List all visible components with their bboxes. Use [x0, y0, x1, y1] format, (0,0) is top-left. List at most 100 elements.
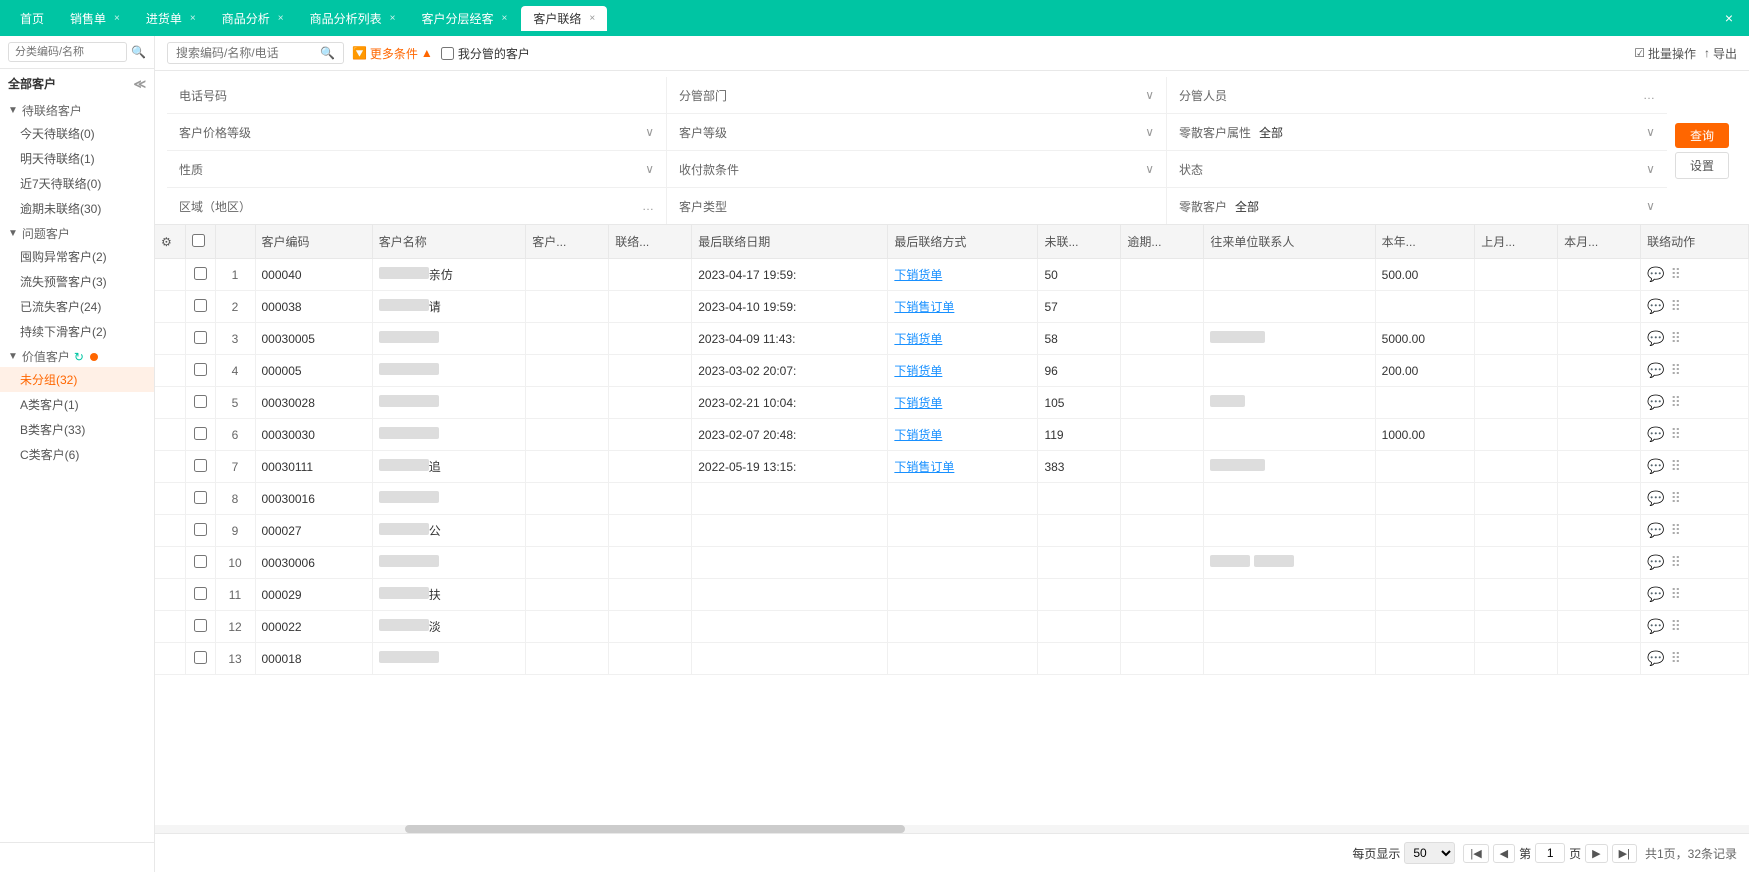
contact-way-link[interactable]: 下销售订单 — [894, 460, 954, 474]
chat-icon[interactable]: 💬 — [1647, 458, 1664, 475]
region-input[interactable] — [259, 199, 634, 213]
filter-my-customers[interactable]: 我分管的客户 — [441, 45, 530, 62]
sidebar-item-hoarding[interactable]: 囤购异常客户(2) — [0, 244, 154, 269]
my-customers-checkbox[interactable] — [441, 47, 454, 60]
status-select[interactable]: ∨ — [1211, 162, 1655, 176]
sidebar-item-class-c[interactable]: C类客户(6) — [0, 442, 154, 467]
nav-close-button[interactable]: × — [1717, 6, 1741, 30]
sidebar-collapse-icon[interactable]: ≪ — [133, 77, 146, 91]
grid-icon[interactable]: ⠿ — [1671, 298, 1681, 315]
close-product-list-tab[interactable]: × — [390, 13, 396, 24]
row-checkbox[interactable] — [194, 619, 207, 632]
chat-icon[interactable]: 💬 — [1647, 266, 1664, 283]
sidebar-item-tomorrow[interactable]: 明天待联络(1) — [0, 146, 154, 171]
customer-level-select[interactable]: ∨ — [735, 125, 1154, 139]
sidebar-all-customers[interactable]: 全部客户 ≪ — [0, 69, 154, 98]
sidebar-item-class-a[interactable]: A类客户(1) — [0, 392, 154, 417]
manager-input[interactable] — [1235, 88, 1635, 102]
row-checkbox[interactable] — [194, 555, 207, 568]
chat-icon[interactable]: 💬 — [1647, 522, 1664, 539]
grid-icon[interactable]: ⠿ — [1671, 330, 1681, 347]
first-page-button[interactable]: |◀ — [1463, 844, 1488, 863]
contact-way-link[interactable]: 下销货单 — [894, 428, 942, 442]
grid-icon[interactable]: ⠿ — [1671, 426, 1681, 443]
sidebar-item-churned[interactable]: 已流失客户(24) — [0, 294, 154, 319]
sidebar-item-ungrouped[interactable]: 未分组(32) — [0, 367, 154, 392]
sidebar-item-declining[interactable]: 持续下滑客户(2) — [0, 319, 154, 344]
sidebar-item-class-b[interactable]: B类客户(33) — [0, 417, 154, 442]
nav-home[interactable]: 首页 — [8, 6, 56, 31]
scatter-attr-select[interactable]: 全部 ∨ — [1259, 124, 1655, 141]
grid-icon[interactable]: ⠿ — [1671, 618, 1681, 635]
row-checkbox[interactable] — [194, 651, 207, 664]
close-product-analysis-tab[interactable]: × — [278, 13, 284, 24]
nav-tab-product-list[interactable]: 商品分析列表 × — [298, 6, 408, 31]
filter-search-input[interactable] — [176, 46, 316, 60]
grid-icon[interactable]: ⠿ — [1671, 650, 1681, 667]
per-page-select[interactable]: 50 100 200 — [1404, 842, 1455, 864]
filter-more-conditions[interactable]: 🔽 更多条件 ▲ — [352, 45, 433, 62]
grid-icon[interactable]: ⠿ — [1671, 362, 1681, 379]
row-checkbox[interactable] — [194, 523, 207, 536]
close-customer-contact-tab[interactable]: × — [589, 13, 595, 24]
price-level-select[interactable]: ∨ — [259, 125, 654, 139]
nature-select[interactable]: ∨ — [211, 162, 654, 176]
grid-icon[interactable]: ⠿ — [1671, 394, 1681, 411]
contact-way-link[interactable]: 下销货单 — [894, 268, 942, 282]
next-page-button[interactable]: ▶ — [1585, 844, 1607, 863]
row-checkbox[interactable] — [194, 267, 207, 280]
sidebar-search-input[interactable] — [8, 42, 127, 62]
close-purchase-tab[interactable]: × — [190, 13, 196, 24]
nav-tab-customer-contact[interactable]: 客户联络 × — [521, 6, 607, 31]
row-checkbox[interactable] — [194, 299, 207, 312]
nav-tab-customer-tier[interactable]: 客户分层经客 × — [409, 6, 519, 31]
grid-icon[interactable]: ⠿ — [1671, 554, 1681, 571]
sidebar-section-pending[interactable]: ▼ 待联络客户 — [0, 98, 154, 121]
row-checkbox[interactable] — [194, 427, 207, 440]
sidebar-section-value[interactable]: ▼ 价值客户 ↻ — [0, 344, 154, 367]
contact-way-link[interactable]: 下销售订单 — [894, 300, 954, 314]
select-all-checkbox[interactable] — [192, 234, 205, 247]
filter-search-icon[interactable]: 🔍 — [320, 46, 335, 60]
scrollbar-thumb[interactable] — [405, 825, 905, 833]
refresh-icon[interactable]: ↻ — [74, 350, 84, 364]
chat-icon[interactable]: 💬 — [1647, 298, 1664, 315]
payment-select[interactable]: ∨ — [747, 162, 1154, 176]
row-checkbox[interactable] — [194, 491, 207, 504]
chat-icon[interactable]: 💬 — [1647, 426, 1664, 443]
scrollbar-area[interactable] — [155, 825, 1749, 833]
contact-way-link[interactable]: 下销货单 — [894, 364, 942, 378]
page-number-input[interactable] — [1535, 843, 1565, 863]
region-more-icon[interactable]: … — [642, 199, 654, 213]
customer-type-input[interactable] — [735, 199, 1154, 213]
row-checkbox[interactable] — [194, 363, 207, 376]
row-checkbox[interactable] — [194, 587, 207, 600]
row-checkbox[interactable] — [194, 331, 207, 344]
chat-icon[interactable]: 💬 — [1647, 586, 1664, 603]
sidebar-item-today[interactable]: 今天待联络(0) — [0, 121, 154, 146]
chat-icon[interactable]: 💬 — [1647, 362, 1664, 379]
nav-tab-sales[interactable]: 销售单 × — [58, 6, 132, 31]
contact-way-link[interactable]: 下销货单 — [894, 332, 942, 346]
sidebar-section-problem[interactable]: ▼ 问题客户 — [0, 221, 154, 244]
chat-icon[interactable]: 💬 — [1647, 330, 1664, 347]
chat-icon[interactable]: 💬 — [1647, 618, 1664, 635]
batch-operation-button[interactable]: ☑ 批量操作 — [1634, 45, 1696, 62]
chat-icon[interactable]: 💬 — [1647, 490, 1664, 507]
query-button[interactable]: 查询 — [1675, 123, 1729, 148]
grid-icon[interactable]: ⠿ — [1671, 522, 1681, 539]
manager-more-icon[interactable]: … — [1643, 88, 1655, 102]
grid-icon[interactable]: ⠿ — [1671, 490, 1681, 507]
chat-icon[interactable]: 💬 — [1647, 650, 1664, 667]
sidebar-search-icon[interactable]: 🔍 — [131, 45, 146, 59]
sidebar-item-overdue[interactable]: 逾期未联络(30) — [0, 196, 154, 221]
row-checkbox[interactable] — [194, 459, 207, 472]
dept-select[interactable]: ∨ — [735, 88, 1154, 102]
grid-icon[interactable]: ⠿ — [1671, 586, 1681, 603]
close-sales-tab[interactable]: × — [114, 13, 120, 24]
last-page-button[interactable]: ▶| — [1612, 844, 1637, 863]
chat-icon[interactable]: 💬 — [1647, 394, 1664, 411]
close-customer-tier-tab[interactable]: × — [501, 13, 507, 24]
grid-icon[interactable]: ⠿ — [1671, 458, 1681, 475]
prev-page-button[interactable]: ◀ — [1493, 844, 1515, 863]
